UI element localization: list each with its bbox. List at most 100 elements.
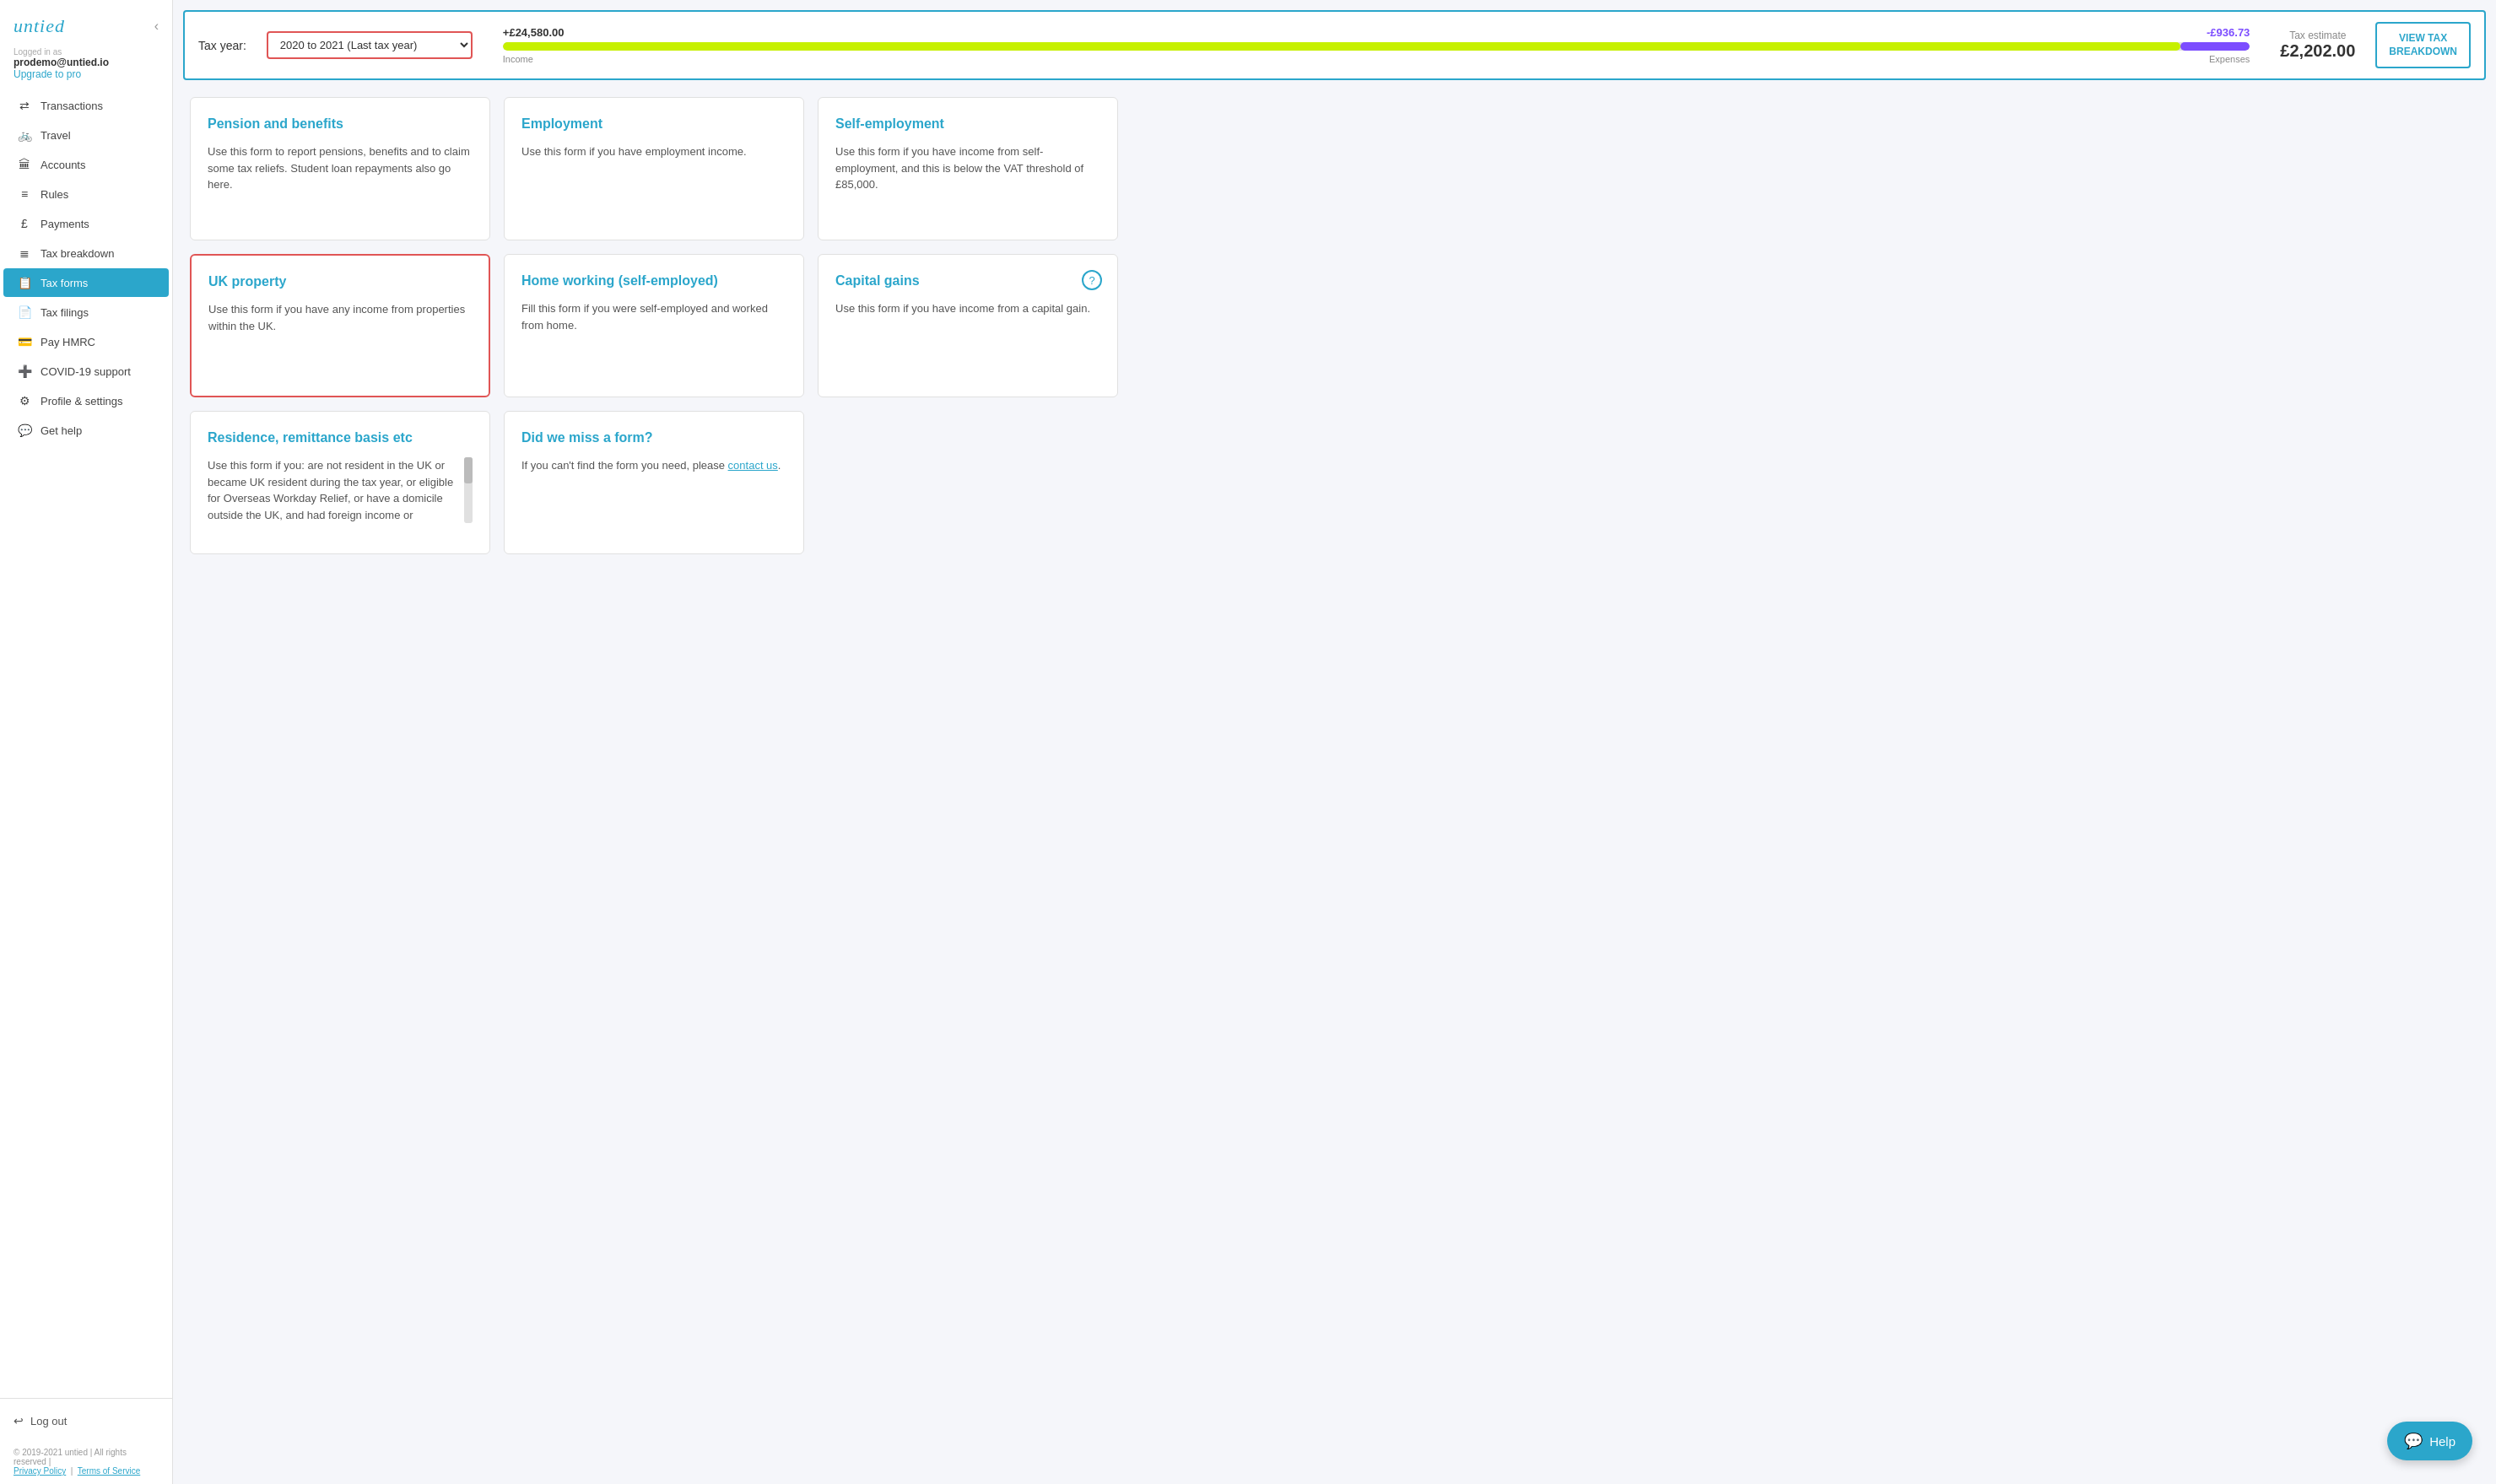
nav-label-transactions: Transactions	[41, 100, 103, 112]
content-area: Pension and benefits Use this form to re…	[173, 80, 2496, 1484]
nav-icon-transactions: ⇄	[17, 99, 32, 112]
nav-label-travel: Travel	[41, 129, 71, 142]
nav-label-rules: Rules	[41, 188, 68, 201]
nav-icon-pay-hmrc: 💳	[17, 335, 32, 348]
user-email: prodemo@untied.io	[14, 57, 159, 68]
card-title-employment: Employment	[521, 116, 786, 132]
card-desc-residence: Use this form if you: are not resident i…	[208, 459, 453, 521]
income-label: Income	[503, 54, 533, 64]
help-button-label: Help	[2429, 1434, 2455, 1449]
card-desc-did-we-miss: If you can't find the form you need, ple…	[521, 459, 781, 472]
sidebar-item-accounts[interactable]: 🏛 Accounts	[3, 150, 169, 179]
card-desc-pension-benefits: Use this form to report pensions, benefi…	[208, 145, 470, 191]
sidebar-item-tax-breakdown[interactable]: ≣ Tax breakdown	[3, 239, 169, 267]
sidebar-user-info: Logged in as prodemo@untied.io Upgrade t…	[0, 44, 172, 90]
sidebar-item-pay-hmrc[interactable]: 💳 Pay HMRC	[3, 327, 169, 356]
nav-icon-payments: £	[17, 217, 32, 230]
brand-logo: untied	[14, 15, 65, 37]
expenses-label: Expenses	[2209, 54, 2250, 64]
sidebar-item-payments[interactable]: £ Payments	[3, 209, 169, 238]
nav-label-pay-hmrc: Pay HMRC	[41, 336, 95, 348]
income-expense-progress-bar	[503, 42, 2250, 51]
card-desc-self-employment: Use this form if you have income from se…	[835, 145, 1083, 191]
sidebar-footer: © 2019-2021 untied | All rights reserved…	[0, 1443, 172, 1484]
nav-label-tax-filings: Tax filings	[41, 306, 89, 319]
tax-year-label: Tax year:	[198, 39, 246, 52]
terms-of-service-link[interactable]: Terms of Service	[78, 1466, 140, 1476]
sidebar-item-transactions[interactable]: ⇄ Transactions	[3, 91, 169, 120]
sidebar-bottom: ↩ Log out	[0, 1398, 172, 1443]
card-icon-capital-gains: ?	[1082, 270, 1102, 290]
sidebar-logo-area: untied ‹	[0, 0, 172, 44]
ie-labels: Income Expenses	[503, 54, 2250, 64]
nav-icon-get-help: 💬	[17, 424, 32, 437]
card-employment[interactable]: Employment Use this form if you have emp…	[504, 97, 804, 240]
nav-label-tax-breakdown: Tax breakdown	[41, 247, 114, 260]
card-home-working[interactable]: Home working (self-employed) Fill this f…	[504, 254, 804, 397]
help-chat-icon: 💬	[2404, 1432, 2423, 1450]
nav-icon-tax-forms: 📋	[17, 276, 32, 289]
nav-icon-profile-settings: ⚙	[17, 394, 32, 407]
card-desc-home-working: Fill this form if you were self-employed…	[521, 302, 768, 332]
nav-label-profile-settings: Profile & settings	[41, 395, 123, 407]
nav-icon-rules: ≡	[17, 187, 32, 201]
card-residence[interactable]: Residence, remittance basis etc Use this…	[190, 411, 490, 554]
collapse-sidebar-button[interactable]: ‹	[154, 19, 159, 34]
nav-icon-covid-support: ➕	[17, 364, 32, 378]
nav-label-tax-forms: Tax forms	[41, 277, 88, 289]
nav-label-covid-support: COVID-19 support	[41, 365, 131, 378]
card-title-pension-benefits: Pension and benefits	[208, 116, 473, 132]
card-title-did-we-miss: Did we miss a form?	[521, 430, 786, 445]
logout-label: Log out	[30, 1415, 67, 1427]
card-title-residence: Residence, remittance basis etc	[208, 430, 473, 445]
nav-label-get-help: Get help	[41, 424, 82, 437]
nav-label-payments: Payments	[41, 218, 89, 230]
sidebar-item-covid-support[interactable]: ➕ COVID-19 support	[3, 357, 169, 386]
card-desc-uk-property: Use this form if you have any income fro…	[208, 303, 465, 332]
nav-icon-travel: 🚲	[17, 128, 32, 142]
card-did-we-miss[interactable]: Did we miss a form? If you can't find th…	[504, 411, 804, 554]
footer-copyright: © 2019-2021 untied | All rights reserved…	[14, 1448, 127, 1466]
card-desc-capital-gains: Use this form if you have income from a …	[835, 302, 1090, 315]
help-button[interactable]: 💬 Help	[2387, 1422, 2472, 1460]
card-pension-benefits[interactable]: Pension and benefits Use this form to re…	[190, 97, 490, 240]
upgrade-link[interactable]: Upgrade to pro	[14, 68, 81, 80]
main-area: Tax year: 2020 to 2021 (Last tax year)20…	[173, 0, 2496, 1484]
card-title-self-employment: Self-employment	[835, 116, 1100, 132]
card-title-home-working: Home working (self-employed)	[521, 273, 786, 289]
sidebar-item-get-help[interactable]: 💬 Get help	[3, 416, 169, 445]
nav-icon-accounts: 🏛	[17, 158, 32, 171]
card-title-capital-gains: Capital gains	[835, 273, 1100, 289]
sidebar: untied ‹ Logged in as prodemo@untied.io …	[0, 0, 173, 1484]
cards-grid: Pension and benefits Use this form to re…	[190, 97, 1118, 554]
nav-icon-tax-filings: 📄	[17, 305, 32, 319]
ie-values: +£24,580.00 -£936.73	[503, 26, 2250, 39]
expense-bar	[2180, 42, 2250, 51]
view-tax-breakdown-button[interactable]: VIEW TAX BREAKDOWN	[2375, 22, 2471, 68]
card-scroll-residence: Use this form if you: are not resident i…	[208, 457, 473, 523]
card-self-employment[interactable]: Self-employment Use this form if you hav…	[818, 97, 1118, 240]
card-title-uk-property: UK property	[208, 274, 472, 289]
tax-estimate: Tax estimate £2,202.00	[2280, 30, 2355, 61]
logout-icon: ↩	[14, 1414, 24, 1427]
contact-us-link[interactable]: contact us	[728, 459, 778, 472]
tax-estimate-label: Tax estimate	[2280, 30, 2355, 41]
sidebar-item-tax-filings[interactable]: 📄 Tax filings	[3, 298, 169, 326]
income-bar	[503, 42, 2180, 51]
card-uk-property[interactable]: UK property Use this form if you have an…	[190, 254, 490, 397]
header-bar: Tax year: 2020 to 2021 (Last tax year)20…	[183, 10, 2486, 80]
sidebar-item-rules[interactable]: ≡ Rules	[3, 180, 169, 208]
sidebar-item-travel[interactable]: 🚲 Travel	[3, 121, 169, 149]
logged-in-label: Logged in as	[14, 47, 159, 57]
tax-estimate-value: £2,202.00	[2280, 41, 2355, 61]
nav-icon-tax-breakdown: ≣	[17, 246, 32, 260]
nav-label-accounts: Accounts	[41, 159, 85, 171]
sidebar-item-tax-forms[interactable]: 📋 Tax forms	[3, 268, 169, 297]
logout-button[interactable]: ↩ Log out	[14, 1409, 67, 1433]
privacy-policy-link[interactable]: Privacy Policy	[14, 1466, 66, 1476]
card-capital-gains[interactable]: ? Capital gains Use this form if you hav…	[818, 254, 1118, 397]
sidebar-item-profile-settings[interactable]: ⚙ Profile & settings	[3, 386, 169, 415]
expense-value: -£936.73	[2207, 26, 2250, 39]
tax-year-select[interactable]: 2020 to 2021 (Last tax year)2021 to 2022…	[267, 31, 473, 59]
income-value: +£24,580.00	[503, 26, 565, 39]
